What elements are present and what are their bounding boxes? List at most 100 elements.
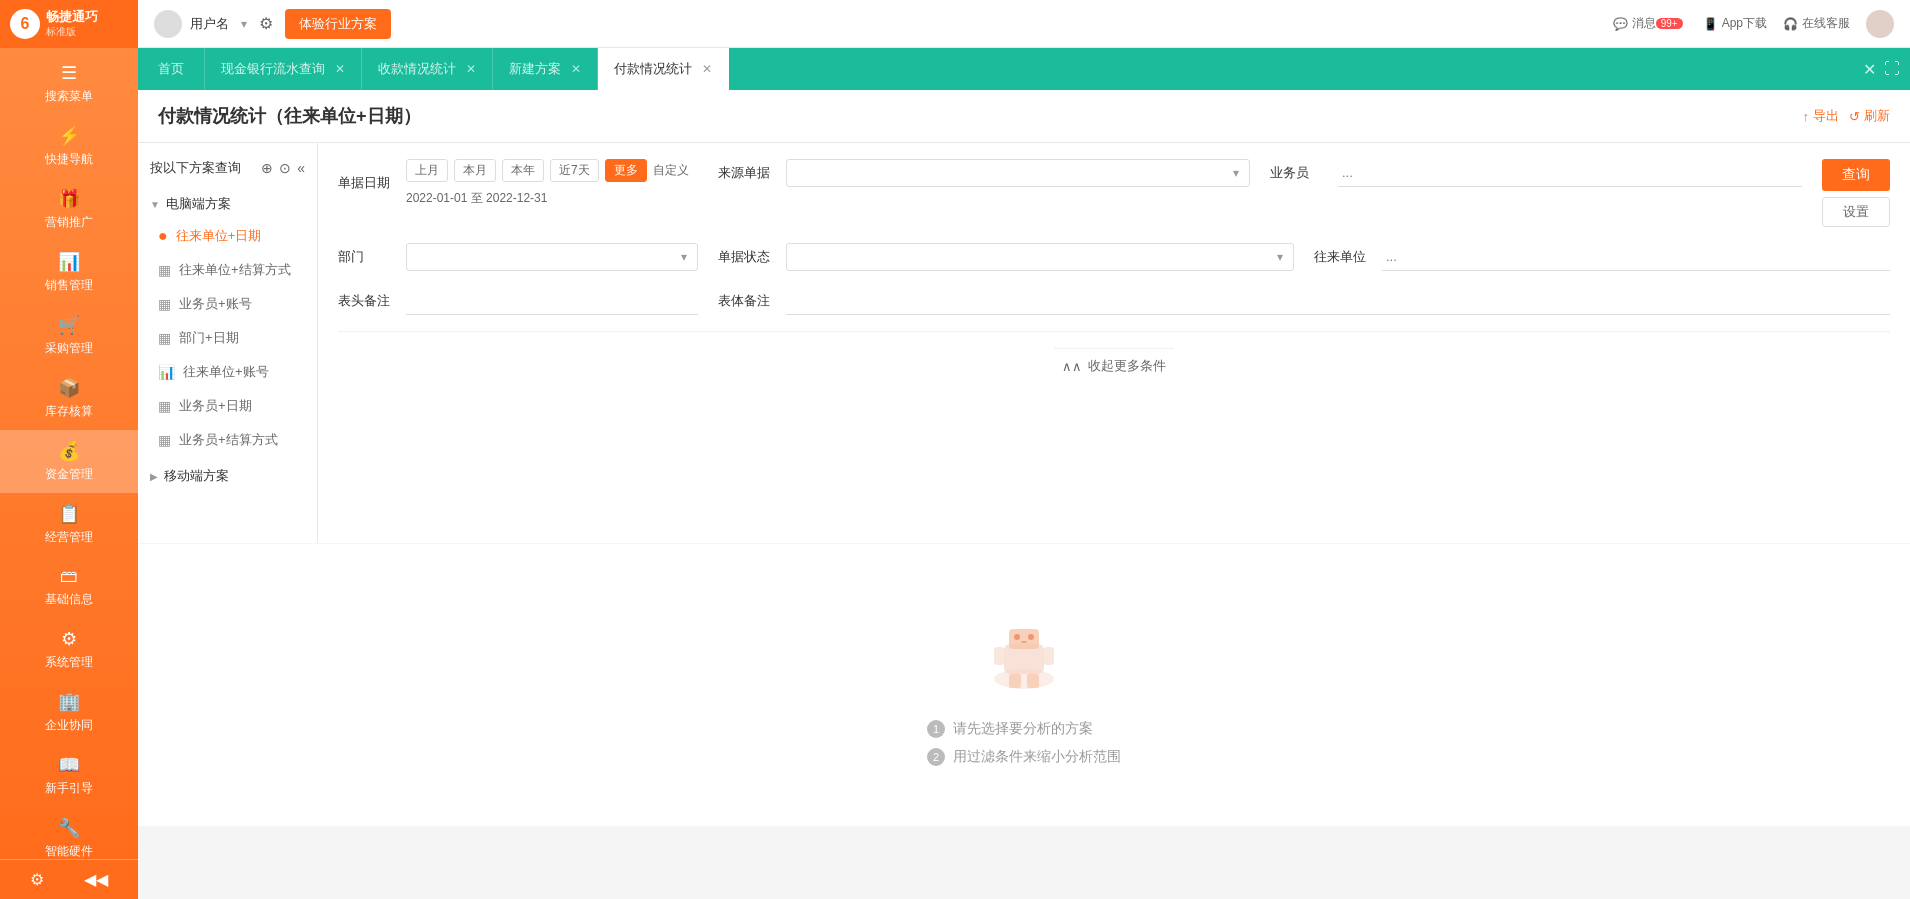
sidebar: 6 畅捷通巧 标准版 ☰ 搜索菜单 ⚡ 快捷导航 🎁 营销推广 📊 销售管理 🛒… xyxy=(0,0,138,899)
scheme-item-unit-settle[interactable]: ▦ 往来单位+结算方式 xyxy=(138,253,317,287)
scheme-mobile-arrow: ▶ xyxy=(150,471,158,482)
filter-settings-btn[interactable]: 设置 xyxy=(1822,197,1890,227)
dept-label: 部门 xyxy=(338,248,398,266)
sidebar-item-operation[interactable]: 📋 经营管理 xyxy=(0,493,138,556)
svg-rect-8 xyxy=(1009,674,1021,688)
date-btn-this-year[interactable]: 本年 xyxy=(502,159,544,182)
main-area: 用户名 ▾ ⚙ 体验行业方案 💬 消息 99+ 📱 App下载 🎧 在线客服 xyxy=(138,0,1910,899)
doc-status-select-arrow: ▾ xyxy=(1277,250,1283,264)
messages-btn[interactable]: 💬 消息 99+ xyxy=(1613,15,1687,32)
export-icon: ↑ xyxy=(1803,109,1810,124)
page-header: 付款情况统计（往来单位+日期） ↑ 导出 ↺ 刷新 xyxy=(138,90,1910,143)
doc-status-select[interactable]: ▾ xyxy=(786,243,1294,271)
source-select[interactable]: ▾ xyxy=(786,159,1250,187)
scheme-item-salesman-account[interactable]: ▦ 业务员+账号 xyxy=(138,287,317,321)
trial-btn[interactable]: 体验行业方案 xyxy=(285,9,391,39)
date-btn-more[interactable]: 更多 xyxy=(605,159,647,182)
scheme-item-unit-date[interactable]: ● 往来单位+日期 xyxy=(138,219,317,253)
sidebar-item-hardware[interactable]: 🔧 智能硬件 xyxy=(0,807,138,859)
user-avatar xyxy=(154,10,182,38)
header-note-input[interactable] xyxy=(406,287,698,315)
empty-state: 1 请先选择要分析的方案 2 用过滤条件来缩小分析范围 xyxy=(138,544,1910,826)
tab-home[interactable]: 首页 xyxy=(138,48,205,90)
scheme-item-icon-unit-date: ● xyxy=(158,227,168,245)
settings-bottom-icon[interactable]: ⚙ xyxy=(30,870,44,889)
query-btn[interactable]: 查询 xyxy=(1822,159,1890,191)
logo-icon: 6 xyxy=(10,9,40,39)
filter-group-dept: 部门 ▾ xyxy=(338,243,698,271)
export-btn[interactable]: ↑ 导出 xyxy=(1803,107,1840,125)
topbar-right-avatar xyxy=(1866,10,1894,38)
sidebar-item-inventory[interactable]: 📦 库存核算 xyxy=(0,367,138,430)
scheme-item-dept-date[interactable]: ▦ 部门+日期 xyxy=(138,321,317,355)
app-download-btn[interactable]: 📱 App下载 xyxy=(1703,15,1767,32)
scheme-settings-icon[interactable]: ⊙ xyxy=(279,160,291,176)
svg-rect-5 xyxy=(1021,641,1027,643)
scheme-desktop-arrow: ▼ xyxy=(150,199,160,210)
sidebar-item-sales[interactable]: 📊 销售管理 xyxy=(0,241,138,304)
scheme-item-unit-account[interactable]: 📊 往来单位+账号 xyxy=(138,355,317,389)
tab-receipts[interactable]: 收款情况统计 ✕ xyxy=(362,48,493,90)
sidebar-item-guide[interactable]: 📖 新手引导 xyxy=(0,744,138,807)
date-btn-custom[interactable]: 自定义 xyxy=(653,162,689,179)
topbar-dropdown-arrow[interactable]: ▾ xyxy=(241,17,247,31)
tab-payments[interactable]: 付款情况统计 ✕ xyxy=(598,48,729,90)
scheme-item-icon-salesman-date: ▦ xyxy=(158,398,171,414)
empty-robot-svg xyxy=(979,609,1069,699)
related-unit-input[interactable] xyxy=(1382,243,1890,271)
empty-tip-2: 2 用过滤条件来缩小分析范围 xyxy=(927,748,1121,766)
sidebar-item-system[interactable]: ⚙ 系统管理 xyxy=(0,618,138,681)
tab-new-scheme[interactable]: 新建方案 ✕ xyxy=(493,48,598,90)
sidebar-item-finance[interactable]: 💰 资金管理 xyxy=(0,430,138,493)
filter-row-2: 部门 ▾ 单据状态 ▾ 往来单位 xyxy=(338,243,1890,271)
scheme-item-salesman-date[interactable]: ▦ 业务员+日期 xyxy=(138,389,317,423)
scheme-desktop-group: ▼ 电脑端方案 ● 往来单位+日期 ▦ 往来单位+结算方式 ▦ 业务员+账号 xyxy=(138,189,317,457)
scheme-mobile-group[interactable]: ▶ 移动端方案 xyxy=(138,461,317,491)
sidebar-item-marketing[interactable]: 🎁 营销推广 xyxy=(0,178,138,241)
logo-text: 畅捷通巧 标准版 xyxy=(46,9,98,39)
date-range-display: 2022-01-01 至 2022-12-31 xyxy=(406,190,689,207)
topbar-settings-icon[interactable]: ⚙ xyxy=(259,14,273,33)
tab-cashflow-close[interactable]: ✕ xyxy=(335,62,345,76)
filter-group-date: 单据日期 上月 本月 本年 近7天 更多 自定义 2022-01-01 至 20… xyxy=(338,159,698,207)
sidebar-item-purchase[interactable]: 🛒 采购管理 xyxy=(0,304,138,367)
date-btn-this-month[interactable]: 本月 xyxy=(454,159,496,182)
salesman-input[interactable] xyxy=(1338,159,1802,187)
related-unit-label: 往来单位 xyxy=(1314,248,1374,266)
collapse-conditions-btn[interactable]: ∧∧ 收起更多条件 xyxy=(1054,348,1174,383)
sidebar-item-enterprise[interactable]: 🏢 企业协同 xyxy=(0,681,138,744)
tab-cashflow[interactable]: 现金银行流水查询 ✕ xyxy=(205,48,362,90)
scheme-add-icon[interactable]: ⊕ xyxy=(261,160,273,176)
tab-receipts-close[interactable]: ✕ xyxy=(466,62,476,76)
refresh-icon: ↺ xyxy=(1849,109,1860,124)
scheme-item-salesman-settle[interactable]: ▦ 业务员+结算方式 xyxy=(138,423,317,457)
system-icon: ⚙ xyxy=(61,628,77,650)
tab-new-scheme-close[interactable]: ✕ xyxy=(571,62,581,76)
tab-fullscreen-icon[interactable]: ⛶ xyxy=(1884,60,1900,78)
svg-rect-6 xyxy=(994,647,1004,665)
collapse-row: ∧∧ 收起更多条件 xyxy=(338,331,1890,383)
sidebar-item-search[interactable]: ☰ 搜索菜单 xyxy=(0,52,138,115)
scheme-desktop-header[interactable]: ▼ 电脑端方案 xyxy=(138,189,317,219)
inventory-icon: 📦 xyxy=(58,377,80,399)
date-btn-last-month[interactable]: 上月 xyxy=(406,159,448,182)
body-note-input[interactable] xyxy=(786,287,1890,315)
sidebar-item-basic[interactable]: 🗃 基础信息 xyxy=(0,556,138,618)
scheme-item-icon-unit-account: 📊 xyxy=(158,364,175,380)
source-label: 来源单据 xyxy=(718,164,778,182)
filter-group-doc-status: 单据状态 ▾ xyxy=(718,243,1294,271)
filter-panel: 单据日期 上月 本月 本年 近7天 更多 自定义 2022-01-01 至 20… xyxy=(318,143,1910,543)
scheme-panel-actions: ⊕ ⊙ « xyxy=(261,160,305,176)
operation-icon: 📋 xyxy=(58,503,80,525)
date-btn-last-7[interactable]: 近7天 xyxy=(550,159,599,182)
svg-point-4 xyxy=(1028,634,1034,640)
sidebar-item-quicknav[interactable]: ⚡ 快捷导航 xyxy=(0,115,138,178)
scheme-collapse-icon[interactable]: « xyxy=(297,160,305,176)
online-service-btn[interactable]: 🎧 在线客服 xyxy=(1783,15,1850,32)
dept-select[interactable]: ▾ xyxy=(406,243,698,271)
refresh-btn[interactable]: ↺ 刷新 xyxy=(1849,107,1890,125)
svg-point-3 xyxy=(1014,634,1020,640)
tab-payments-close[interactable]: ✕ xyxy=(702,62,712,76)
collapse-sidebar-icon[interactable]: ◀◀ xyxy=(84,870,108,889)
tab-close-all-icon[interactable]: ✕ xyxy=(1863,60,1876,79)
